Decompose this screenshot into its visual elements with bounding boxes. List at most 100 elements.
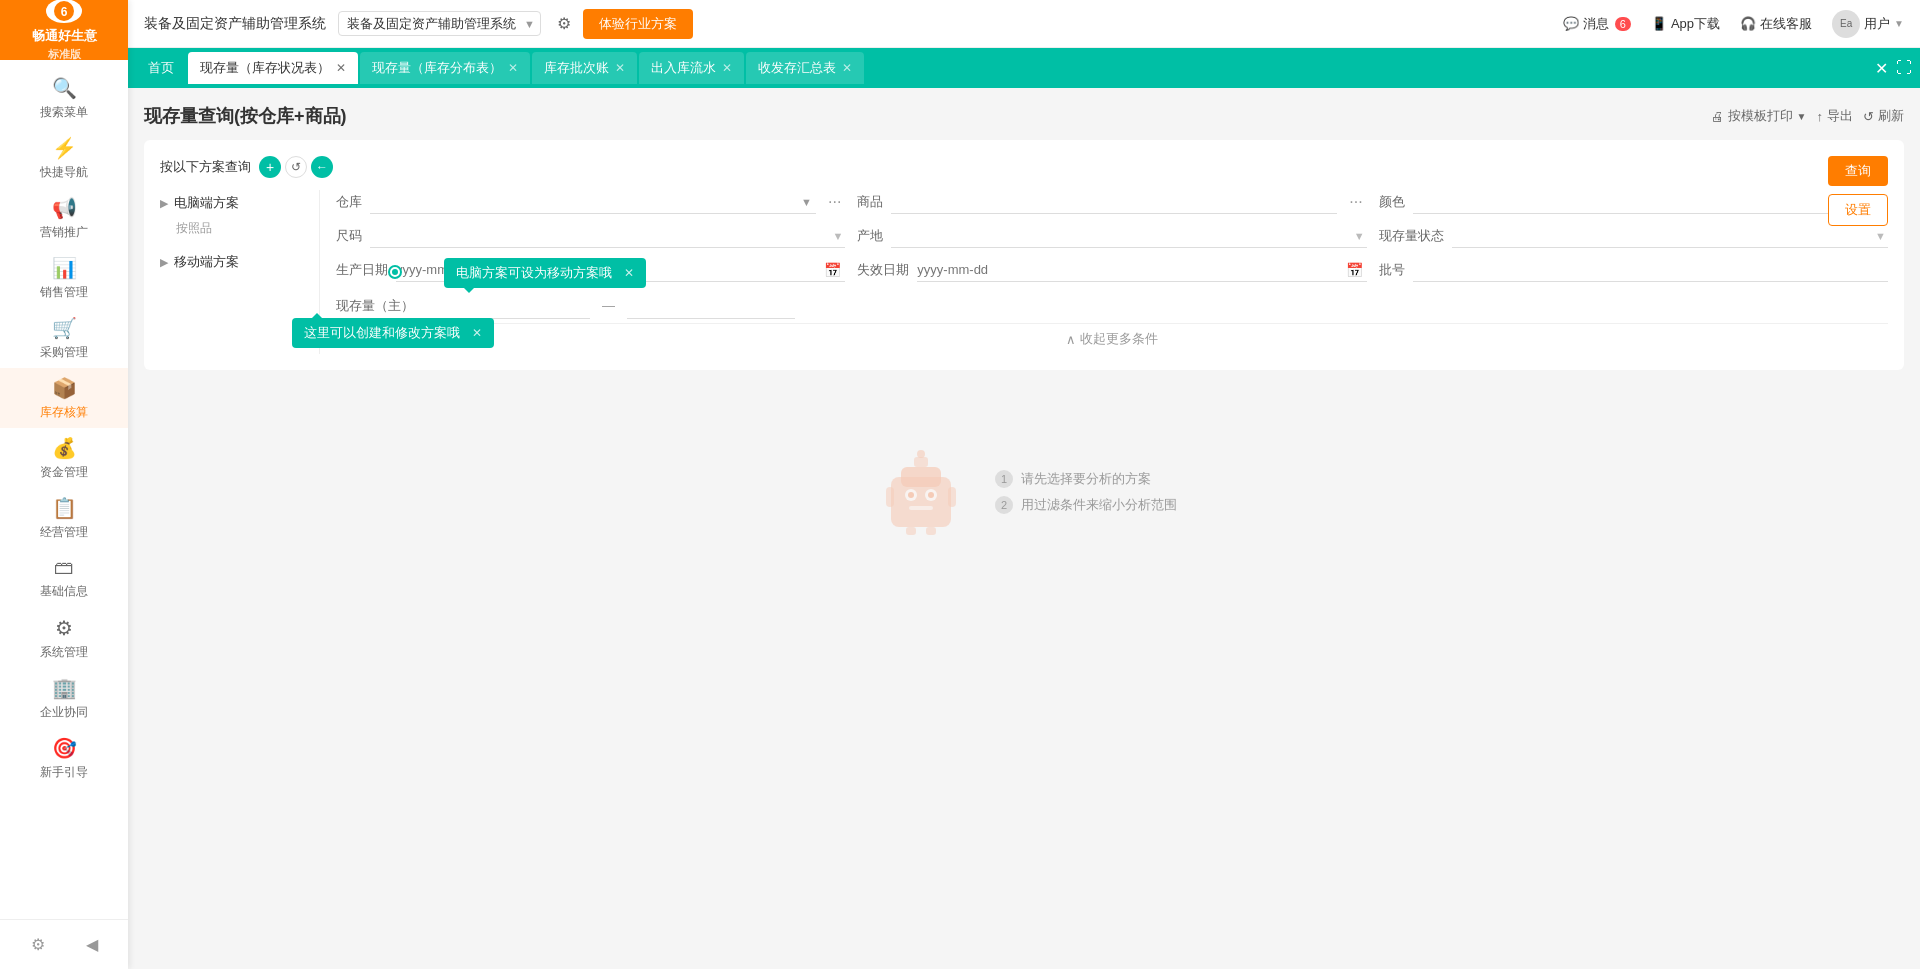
empty-hint-1: 1 请先选择要分析的方案 bbox=[995, 470, 1177, 488]
tooltip-desktop-close[interactable]: ✕ bbox=[624, 266, 634, 280]
system-icon: ⚙ bbox=[55, 616, 73, 640]
support-icon: 🎧 bbox=[1740, 16, 1756, 31]
tab-batch-ledger[interactable]: 库存批次账 ✕ bbox=[532, 52, 637, 84]
sidebar-item-label: 搜索菜单 bbox=[40, 104, 88, 121]
query-button[interactable]: 查询 bbox=[1828, 156, 1888, 186]
content-area: 现存量查询(按仓库+商品) 🖨 按模板打印 ▼ ↑ 导出 ↺ 刷新 bbox=[128, 88, 1920, 969]
refresh-scheme-button[interactable]: ↺ bbox=[285, 156, 307, 178]
online-support-button[interactable]: 🎧 在线客服 bbox=[1740, 15, 1812, 33]
tabs-bar: 首页 现存量（库存状况表） ✕ 现存量（库存分布表） ✕ 库存批次账 ✕ 出入库… bbox=[128, 48, 1920, 88]
arrow-scheme-button[interactable]: ← bbox=[311, 156, 333, 178]
app-download-button[interactable]: 📱 App下载 bbox=[1651, 15, 1720, 33]
sidebar-item-basic[interactable]: 🗃 基础信息 bbox=[0, 548, 128, 608]
sidebar-item-search[interactable]: 🔍 搜索菜单 bbox=[0, 68, 128, 128]
sidebar-item-enterprise[interactable]: 🏢 企业协同 bbox=[0, 668, 128, 728]
print-icon: 🖨 bbox=[1711, 109, 1724, 124]
stock-status-label: 现存量状态 bbox=[1379, 227, 1444, 245]
goods-input[interactable] bbox=[891, 190, 1337, 213]
prod-date-calendar-icon[interactable]: 📅 bbox=[824, 262, 841, 278]
tab-inventory-status-close[interactable]: ✕ bbox=[336, 61, 346, 75]
collapse-btn[interactable]: ∧ 收起更多条件 bbox=[336, 323, 1888, 354]
tabs-close-all-button[interactable]: ✕ bbox=[1875, 59, 1888, 78]
sidebar-item-system[interactable]: ⚙ 系统管理 bbox=[0, 608, 128, 668]
tabs-fullscreen-button[interactable]: ⛶ bbox=[1896, 59, 1912, 78]
mobile-scheme-item[interactable]: ▶ 移动端方案 bbox=[160, 249, 307, 275]
logo-icon: 6 bbox=[46, 0, 82, 23]
refresh-button[interactable]: ↺ 刷新 bbox=[1863, 107, 1904, 125]
sidebar-item-label: 企业协同 bbox=[40, 704, 88, 721]
sidebar-item-label: 快捷导航 bbox=[40, 164, 88, 181]
system-title: 装备及固定资产辅助管理系统 bbox=[144, 15, 326, 33]
message-label: 消息 bbox=[1583, 15, 1609, 33]
sidebar-item-operation[interactable]: 📋 经营管理 bbox=[0, 488, 128, 548]
sidebar-item-quicknav[interactable]: ⚡ 快捷导航 bbox=[0, 128, 128, 188]
sidebar-item-finance[interactable]: 💰 资金管理 bbox=[0, 428, 128, 488]
svg-rect-3 bbox=[901, 467, 941, 487]
sales-icon: 📊 bbox=[52, 256, 77, 280]
empty-hint-2: 2 用过滤条件来缩小分析范围 bbox=[995, 496, 1177, 514]
tooltip-desktop-scheme: 电脑方案可设为移动方案哦 ✕ bbox=[444, 258, 646, 288]
filter-header: 按以下方案查询 + ↺ ← bbox=[160, 156, 1888, 178]
sidebar-item-label: 系统管理 bbox=[40, 644, 88, 661]
tab-inout-flow[interactable]: 出入库流水 ✕ bbox=[639, 52, 744, 84]
filter-header-label: 按以下方案查询 bbox=[160, 158, 251, 176]
sidebar-item-guide[interactable]: 🎯 新手引导 bbox=[0, 728, 128, 788]
desktop-scheme-item[interactable]: ▶ 电脑端方案 bbox=[160, 190, 307, 216]
tab-inventory-dist-close[interactable]: ✕ bbox=[508, 61, 518, 75]
reset-button[interactable]: 设置 bbox=[1828, 194, 1888, 226]
sidebar-item-inventory[interactable]: 📦 库存核算 bbox=[0, 368, 128, 428]
tab-recv-summary-close[interactable]: ✕ bbox=[842, 61, 852, 75]
batch-input[interactable] bbox=[1413, 258, 1888, 281]
exp-date-calendar-icon[interactable]: 📅 bbox=[1346, 262, 1363, 278]
app-download-icon: 📱 bbox=[1651, 16, 1667, 31]
collapse-icon[interactable]: ◀ bbox=[86, 935, 98, 954]
stock-status-select[interactable] bbox=[1452, 224, 1888, 247]
tooltip-create-close[interactable]: ✕ bbox=[472, 326, 482, 340]
stock-main-from-input[interactable] bbox=[422, 298, 590, 313]
tab-inventory-status[interactable]: 现存量（库存状况表） ✕ bbox=[188, 52, 358, 84]
page-title: 现存量查询(按仓库+商品) bbox=[144, 104, 347, 128]
exp-date-input[interactable] bbox=[917, 258, 1366, 281]
user-menu[interactable]: Ea 用户 ▼ bbox=[1832, 10, 1904, 38]
tab-batch-ledger-close[interactable]: ✕ bbox=[615, 61, 625, 75]
hint-2-num: 2 bbox=[995, 496, 1013, 514]
goods-more-icon[interactable]: ··· bbox=[1345, 193, 1366, 211]
message-button[interactable]: 💬 消息 6 bbox=[1563, 15, 1631, 33]
size-select[interactable] bbox=[370, 224, 845, 247]
tab-inout-flow-close[interactable]: ✕ bbox=[722, 61, 732, 75]
sidebar-nav: 🔍 搜索菜单 ⚡ 快捷导航 📢 营销推广 📊 销售管理 🛒 采购管理 📦 库存核… bbox=[0, 60, 128, 919]
export-label: 导出 bbox=[1827, 107, 1853, 125]
stock-main-to-wrapper bbox=[627, 292, 795, 319]
prod-date-label: 生产日期 bbox=[336, 261, 388, 279]
warehouse-more-icon[interactable]: ··· bbox=[824, 193, 845, 211]
desktop-scheme-children: 按照品 bbox=[160, 216, 307, 241]
print-button[interactable]: 🖨 按模板打印 ▼ bbox=[1711, 107, 1807, 125]
connector-dot bbox=[390, 267, 400, 277]
scheme-item-default[interactable]: 按照品 bbox=[176, 216, 307, 241]
color-label: 颜色 bbox=[1379, 193, 1405, 211]
origin-select[interactable] bbox=[891, 224, 1366, 247]
settings-icon[interactable]: ⚙ bbox=[31, 935, 45, 954]
exp-industry-button[interactable]: 体验行业方案 bbox=[583, 9, 693, 39]
tab-inventory-dist[interactable]: 现存量（库存分布表） ✕ bbox=[360, 52, 530, 84]
size-select-wrapper: ▼ bbox=[370, 224, 845, 248]
color-select[interactable] bbox=[1413, 190, 1888, 213]
tab-recv-summary[interactable]: 收发存汇总表 ✕ bbox=[746, 52, 864, 84]
sidebar: 6 畅通好生意 标准版 🔍 搜索菜单 ⚡ 快捷导航 📢 营销推广 📊 销售管理 … bbox=[0, 0, 128, 969]
sidebar-item-purchase[interactable]: 🛒 采购管理 bbox=[0, 308, 128, 368]
sidebar-item-sales[interactable]: 📊 销售管理 bbox=[0, 248, 128, 308]
add-scheme-button[interactable]: + bbox=[259, 156, 281, 178]
system-select[interactable]: 装备及固定资产辅助管理系统 bbox=[338, 11, 541, 36]
user-chevron-icon: ▼ bbox=[1894, 18, 1904, 29]
svg-rect-13 bbox=[914, 457, 928, 467]
settings-gear-icon[interactable]: ⚙ bbox=[557, 14, 571, 33]
warehouse-select[interactable] bbox=[370, 190, 816, 213]
sidebar-item-marketing[interactable]: 📢 营销推广 bbox=[0, 188, 128, 248]
desktop-toggle-icon: ▶ bbox=[160, 197, 168, 210]
support-label: 在线客服 bbox=[1760, 15, 1812, 33]
goods-input-wrapper bbox=[891, 190, 1337, 214]
stock-main-to-input[interactable] bbox=[627, 298, 795, 313]
export-button[interactable]: ↑ 导出 bbox=[1817, 107, 1854, 125]
tab-home[interactable]: 首页 bbox=[136, 52, 186, 84]
svg-rect-9 bbox=[886, 487, 894, 507]
